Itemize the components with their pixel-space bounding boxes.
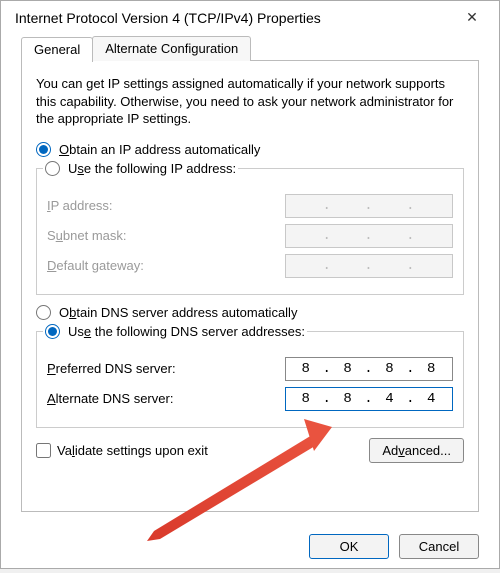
tab-alternate-config[interactable]: Alternate Configuration <box>92 36 251 61</box>
radio-ip-auto[interactable] <box>36 142 51 157</box>
validate-checkbox[interactable] <box>36 443 51 458</box>
ip-address-row: IP address: . . . <box>47 194 453 218</box>
alternate-dns-label: Alternate DNS server: <box>47 391 285 406</box>
subnet-input: . . . <box>285 224 453 248</box>
alternate-dns-row: Alternate DNS server: 8. 8. 4. 4 <box>47 387 453 411</box>
subnet-label: Subnet mask: <box>47 228 285 243</box>
preferred-dns-row: Preferred DNS server: 8. 8. 8. 8 <box>47 357 453 381</box>
subnet-row: Subnet mask: . . . <box>47 224 453 248</box>
radio-dns-auto[interactable] <box>36 305 51 320</box>
annotation-arrow-icon <box>142 413 332 543</box>
intro-text: You can get IP settings assigned automat… <box>36 75 464 128</box>
gateway-label: Default gateway: <box>47 258 285 273</box>
ip-address-label: IP address: <box>47 198 285 213</box>
gateway-row: Default gateway: . . . <box>47 254 453 278</box>
radio-dns-manual[interactable] <box>45 324 60 339</box>
close-icon[interactable]: ✕ <box>457 9 487 26</box>
radio-dns-manual-label: Use the following DNS server addresses: <box>68 324 305 339</box>
radio-dns-auto-label: Obtain DNS server address automatically <box>59 305 297 320</box>
validate-row: Validate settings upon exit Advanced... <box>36 438 464 463</box>
dns-auto-row[interactable]: Obtain DNS server address automatically <box>36 305 464 320</box>
validate-label: Validate settings upon exit <box>57 443 208 458</box>
tab-strip: General Alternate Configuration <box>21 36 479 61</box>
cancel-button[interactable]: Cancel <box>399 534 479 559</box>
alternate-dns-input[interactable]: 8. 8. 4. 4 <box>285 387 453 411</box>
radio-ip-auto-label: Obtain an IP address automatically <box>59 142 260 157</box>
ip-address-input: . . . <box>285 194 453 218</box>
titlebar: Internet Protocol Version 4 (TCP/IPv4) P… <box>1 1 499 32</box>
dialog-footer: OK Cancel <box>1 524 499 573</box>
radio-ip-manual[interactable] <box>45 161 60 176</box>
dns-manual-group: Use the following DNS server addresses: … <box>36 324 464 428</box>
ipv4-properties-dialog: Internet Protocol Version 4 (TCP/IPv4) P… <box>0 0 500 569</box>
advanced-button[interactable]: Advanced... <box>369 438 464 463</box>
ip-auto-row[interactable]: Obtain an IP address automatically <box>36 142 464 157</box>
gateway-input: . . . <box>285 254 453 278</box>
preferred-dns-label: Preferred DNS server: <box>47 361 285 376</box>
ok-button[interactable]: OK <box>309 534 389 559</box>
window-title: Internet Protocol Version 4 (TCP/IPv4) P… <box>15 10 457 26</box>
preferred-dns-input[interactable]: 8. 8. 8. 8 <box>285 357 453 381</box>
tab-general[interactable]: General <box>21 37 93 62</box>
dialog-body: General Alternate Configuration You can … <box>1 32 499 524</box>
ip-manual-group: Use the following IP address: IP address… <box>36 161 464 295</box>
radio-ip-manual-label: Use the following IP address: <box>68 161 236 176</box>
tab-panel-general: You can get IP settings assigned automat… <box>21 60 479 512</box>
